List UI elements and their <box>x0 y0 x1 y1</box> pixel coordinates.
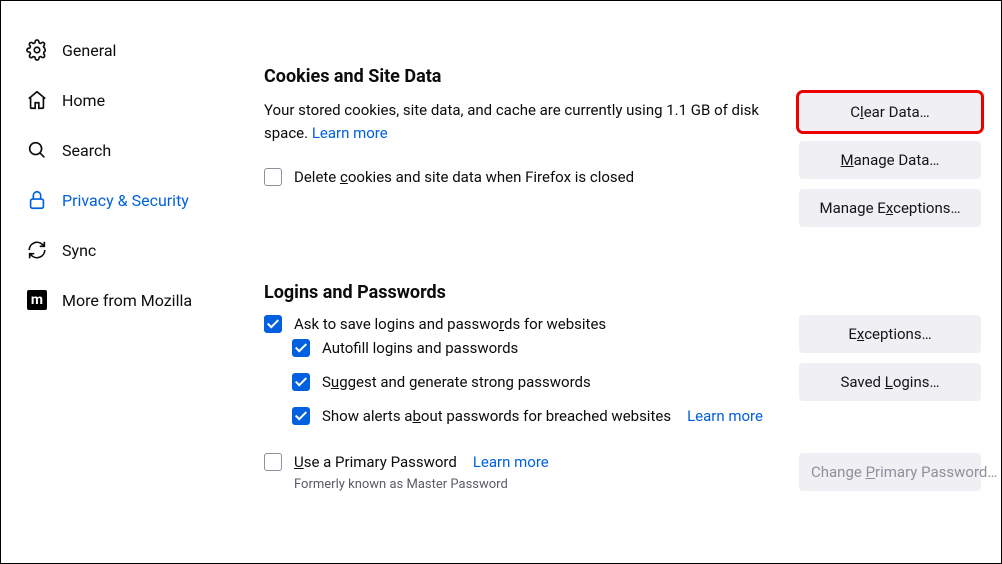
sidebar-item-sync[interactable]: Sync <box>1 225 219 275</box>
cookies-description: Your stored cookies, site data, and cach… <box>264 99 779 144</box>
cookies-learn-more-link[interactable]: Learn more <box>312 124 388 142</box>
settings-content: Cookies and Site Data Your stored cookie… <box>219 1 1001 563</box>
sidebar-item-label: Home <box>62 91 105 110</box>
change-primary-password-button: Change Primary Password… <box>799 453 981 491</box>
breach-alerts-label[interactable]: Show alerts about passwords for breached… <box>322 407 671 425</box>
primary-password-learn-more-link[interactable]: Learn more <box>473 453 549 471</box>
sidebar-item-label: Search <box>62 141 111 160</box>
primary-password-hint: Formerly known as Master Password <box>294 477 779 492</box>
sidebar-item-general[interactable]: General <box>1 25 219 75</box>
primary-password-checkbox[interactable] <box>264 453 282 471</box>
sync-icon <box>26 239 48 261</box>
logins-exceptions-button[interactable]: Exceptions… <box>799 315 981 353</box>
autofill-checkbox[interactable] <box>292 339 310 357</box>
sidebar-item-privacy-security[interactable]: Privacy & Security <box>1 175 219 225</box>
sidebar-item-label: More from Mozilla <box>62 291 192 310</box>
primary-password-label[interactable]: Use a Primary Password <box>294 453 457 471</box>
sidebar-item-label: Privacy & Security <box>62 191 189 210</box>
settings-sidebar: General Home Search Privacy & Security S… <box>1 1 219 563</box>
ask-save-logins-label[interactable]: Ask to save logins and passwords for web… <box>294 315 606 333</box>
clear-data-button[interactable]: Clear Data… <box>799 93 981 131</box>
gear-icon <box>26 39 48 61</box>
saved-logins-button[interactable]: Saved Logins… <box>799 363 981 401</box>
search-icon <box>26 139 48 161</box>
section-title: Cookies and Site Data <box>264 66 981 87</box>
logins-section: Logins and Passwords Ask to save logins … <box>264 282 981 492</box>
cookies-section: Cookies and Site Data Your stored cookie… <box>264 66 981 227</box>
breach-alerts-learn-more-link[interactable]: Learn more <box>687 407 763 425</box>
sidebar-item-more-mozilla[interactable]: m More from Mozilla <box>1 275 219 325</box>
sidebar-item-label: General <box>62 41 116 60</box>
manage-data-button[interactable]: Manage Data… <box>799 141 981 179</box>
sidebar-item-label: Sync <box>62 241 96 260</box>
suggest-passwords-label[interactable]: Suggest and generate strong passwords <box>322 373 591 391</box>
section-title: Logins and Passwords <box>264 282 981 303</box>
sidebar-item-home[interactable]: Home <box>1 75 219 125</box>
delete-on-close-label[interactable]: Delete cookies and site data when Firefo… <box>294 168 634 186</box>
delete-on-close-checkbox[interactable] <box>264 168 282 186</box>
suggest-passwords-checkbox[interactable] <box>292 373 310 391</box>
breach-alerts-checkbox[interactable] <box>292 407 310 425</box>
autofill-label[interactable]: Autofill logins and passwords <box>322 339 518 357</box>
home-icon <box>26 89 48 111</box>
ask-save-logins-checkbox[interactable] <box>264 315 282 333</box>
sidebar-item-search[interactable]: Search <box>1 125 219 175</box>
mozilla-icon: m <box>26 289 48 311</box>
lock-icon <box>26 189 48 211</box>
manage-exceptions-button[interactable]: Manage Exceptions… <box>799 189 981 227</box>
